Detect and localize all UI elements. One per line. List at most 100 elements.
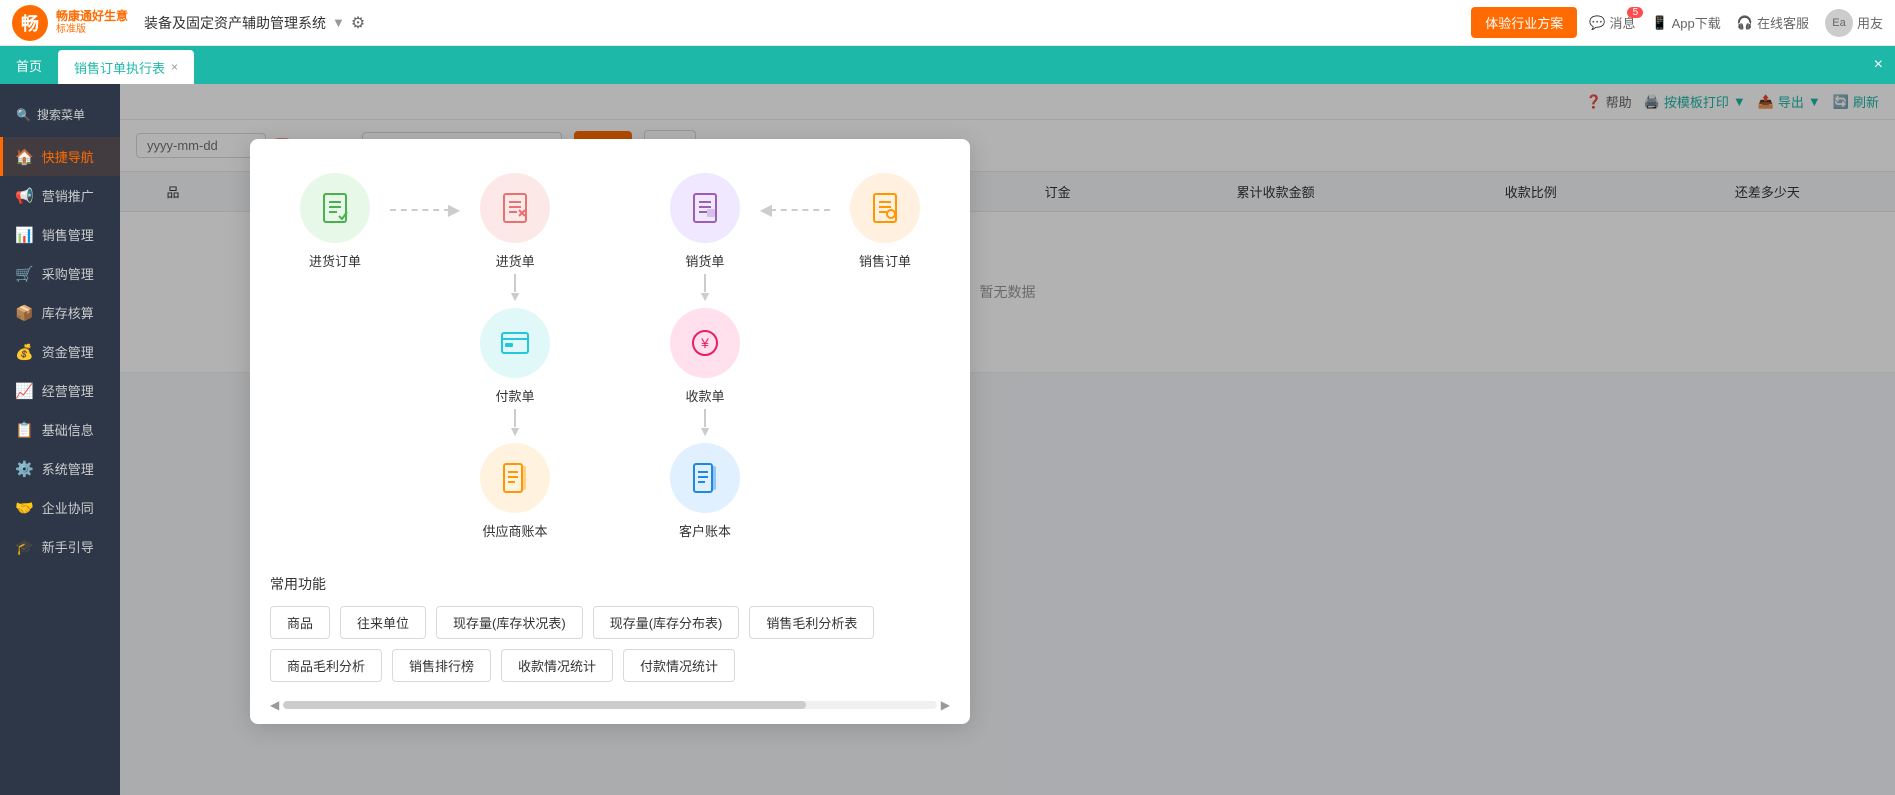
function-button-2[interactable]: 现存量(库存状况表) <box>436 606 583 639</box>
avatar: Ea <box>1825 9 1853 37</box>
search-menu-button[interactable]: 🔍 搜索菜单 <box>8 100 112 129</box>
flow-node-receipt-bill[interactable]: ¥ 收款单 <box>670 308 740 405</box>
flow-node-customer-ledger[interactable]: 客户账本 <box>670 443 740 540</box>
sidebar-item-marketing[interactable]: 📢 营销推广 <box>0 176 120 215</box>
sidebar-item-finance[interactable]: 💰 资金管理 <box>0 332 120 371</box>
message-button[interactable]: 💬 消息 5 <box>1589 13 1635 32</box>
flow-node-purchase-order[interactable]: 进货订单 <box>300 173 370 270</box>
corp-collab-icon: 🤝 <box>15 499 34 517</box>
window-close-button[interactable]: × <box>1874 56 1883 74</box>
quick-nav-icon: 🏠 <box>15 148 34 166</box>
modal-scrollbar: ◀ ▶ <box>250 698 970 724</box>
purchase-bill-icon <box>480 173 550 243</box>
customer-ledger-label: 客户账本 <box>679 521 731 540</box>
sidebar-item-label: 经营管理 <box>42 381 94 400</box>
flow-node-sales-order[interactable]: 销售订单 <box>850 173 920 270</box>
search-menu-label: 搜索菜单 <box>37 106 85 123</box>
marketing-icon: 📢 <box>15 187 34 205</box>
sidebar-search[interactable]: 🔍 搜索菜单 <box>0 92 120 137</box>
sales-bill-label: 销货单 <box>685 251 724 270</box>
online-service-button[interactable]: 🎧 在线客服 <box>1737 13 1809 32</box>
operations-icon: 📈 <box>15 382 34 400</box>
tab-home[interactable]: 首页 <box>0 46 58 84</box>
functions-title: 常用功能 <box>270 574 950 594</box>
app-download-label: App下载 <box>1672 13 1721 32</box>
payment-bill-label: 付款单 <box>495 386 534 405</box>
message-icon: 💬 <box>1589 15 1605 31</box>
sidebar-item-quick-nav[interactable]: 🏠 快捷导航 <box>0 137 120 176</box>
function-button-6[interactable]: 销售排行榜 <box>392 649 491 682</box>
tab-active-label: 销售订单执行表 <box>74 58 165 77</box>
modal-dialog: 进货订单 ▶ <box>250 139 970 724</box>
user-profile[interactable]: Ea 用友 <box>1825 9 1883 37</box>
system-name: 装备及固定资产辅助管理系统 <box>144 13 326 33</box>
modal-flow-section: 进货订单 ▶ <box>250 139 970 566</box>
sidebar-item-corp-collab[interactable]: 🤝 企业协同 <box>0 488 120 527</box>
svg-text:¥: ¥ <box>700 335 709 351</box>
avatar-text: Ea <box>1832 17 1845 29</box>
function-button-1[interactable]: 往来单位 <box>340 606 426 639</box>
function-button-7[interactable]: 收款情况统计 <box>501 649 613 682</box>
purchase-order-icon <box>300 173 370 243</box>
tab-close-icon[interactable]: × <box>171 60 178 74</box>
sales-order-icon <box>850 173 920 243</box>
tab-sales-order-execution[interactable]: 销售订单执行表 × <box>58 50 194 84</box>
flow-node-payment-bill[interactable]: 付款单 <box>480 308 550 405</box>
purchase-bill-label: 进货单 <box>496 251 535 270</box>
sidebar-item-label: 库存核算 <box>42 303 94 322</box>
flow-node-supplier-ledger[interactable]: 供应商账本 <box>480 443 550 540</box>
app-icon: 📱 <box>1651 15 1667 31</box>
function-button-3[interactable]: 现存量(库存分布表) <box>593 606 740 639</box>
settings-icon[interactable]: ⚙ <box>351 13 365 33</box>
nav-tabs: 首页 销售订单执行表 × × <box>0 46 1895 84</box>
sidebar-item-label: 新手引导 <box>42 537 94 556</box>
purchase-icon: 🛒 <box>15 265 34 283</box>
sidebar-item-label: 营销推广 <box>42 186 94 205</box>
top-right: 💬 消息 5 📱 App下载 🎧 在线客服 Ea 用友 <box>1589 9 1883 37</box>
logo-text: 畅康通好生意 标准版 <box>56 9 128 35</box>
search-icon: 🔍 <box>16 108 31 122</box>
sidebar-item-label: 基础信息 <box>42 420 94 439</box>
sidebar-item-inventory[interactable]: 📦 库存核算 <box>0 293 120 332</box>
sales-bill-icon <box>670 173 740 243</box>
sidebar-item-system[interactable]: ⚙️ 系统管理 <box>0 449 120 488</box>
modal-overlay[interactable]: 进货订单 ▶ <box>120 84 1895 795</box>
sidebar: 🔍 搜索菜单 🏠 快捷导航 📢 营销推广 📊 销售管理 🛒 采购管理 <box>0 84 120 795</box>
sidebar-item-label: 销售管理 <box>42 225 94 244</box>
username: 用友 <box>1857 13 1883 32</box>
function-button-4[interactable]: 销售毛利分析表 <box>749 606 874 639</box>
finance-icon: 💰 <box>15 343 34 361</box>
scroll-left-button[interactable]: ◀ <box>270 698 279 712</box>
sidebar-item-label: 资金管理 <box>42 342 94 361</box>
sidebar-item-beginner[interactable]: 🎓 新手引导 <box>0 527 120 566</box>
content-area: ❓ 帮助 🖨️ 按模板打印 ▼ 📤 导出 ▼ 🔄 刷新 <box>120 84 1895 795</box>
function-button-5[interactable]: 商品毛利分析 <box>270 649 382 682</box>
sidebar-item-sales[interactable]: 📊 销售管理 <box>0 215 120 254</box>
beginner-icon: 🎓 <box>15 538 34 556</box>
scroll-track <box>283 701 937 709</box>
scroll-right-button[interactable]: ▶ <box>941 698 950 712</box>
sidebar-item-label: 企业协同 <box>42 498 94 517</box>
sidebar-item-label: 采购管理 <box>42 264 94 283</box>
receipt-bill-label: 收款单 <box>685 386 724 405</box>
app-download-button[interactable]: 📱 App下载 <box>1651 13 1720 32</box>
flow-node-sales-bill[interactable]: 销货单 <box>670 173 740 270</box>
logo-line1: 畅康通好生意 <box>56 9 128 23</box>
function-button-8[interactable]: 付款情况统计 <box>623 649 735 682</box>
function-button-0[interactable]: 商品 <box>270 606 330 639</box>
message-badge: 5 <box>1627 7 1643 18</box>
trial-button[interactable]: 体验行业方案 <box>1471 7 1577 38</box>
sidebar-item-purchase[interactable]: 🛒 采购管理 <box>0 254 120 293</box>
logo-line2: 标准版 <box>56 24 128 36</box>
flow-node-purchase-bill[interactable]: 进货单 <box>480 173 550 270</box>
service-label: 在线客服 <box>1757 13 1809 32</box>
system-title: 装备及固定资产辅助管理系统 ▼ ⚙ <box>144 13 1459 33</box>
basic-info-icon: 📋 <box>15 421 34 439</box>
scroll-thumb <box>283 701 806 709</box>
sidebar-item-basic-info[interactable]: 📋 基础信息 <box>0 410 120 449</box>
receipt-bill-icon: ¥ <box>670 308 740 378</box>
sidebar-item-label: 系统管理 <box>42 459 94 478</box>
system-dropdown-icon[interactable]: ▼ <box>332 15 345 30</box>
sidebar-item-operations[interactable]: 📈 经营管理 <box>0 371 120 410</box>
logo-icon: 畅 <box>12 5 48 41</box>
